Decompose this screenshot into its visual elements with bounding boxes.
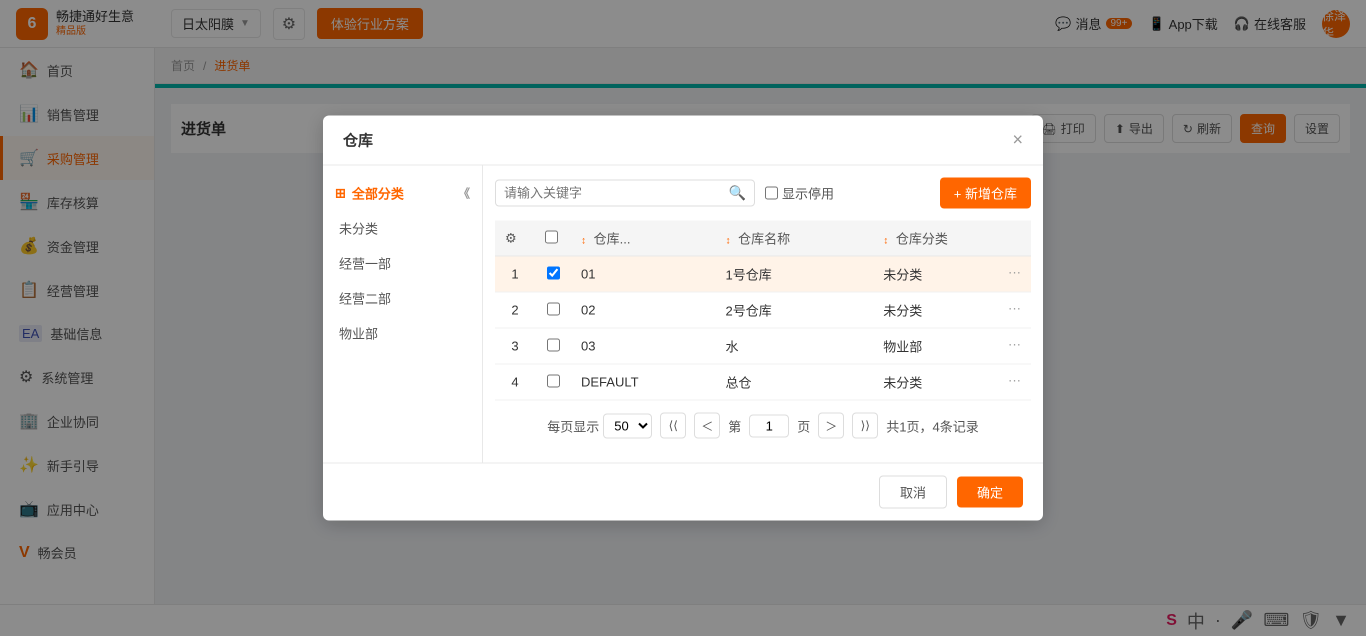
row-checkbox-cell[interactable] — [535, 292, 571, 328]
row-code: DEFAULT — [571, 364, 716, 400]
row-checkbox-cell[interactable] — [535, 256, 571, 292]
row-name: 2号仓库 — [716, 292, 874, 328]
more-button[interactable]: ··· — [1008, 265, 1021, 280]
next-page-button[interactable]: ＞ — [818, 413, 844, 439]
th-settings: ⚙ — [495, 221, 535, 257]
dialog-close-button[interactable]: × — [1012, 130, 1023, 151]
table-row[interactable]: 4 DEFAULT 总仓 未分类··· — [495, 364, 1031, 400]
table-toolbar: 🔍 显示停用 + 新增仓库 — [495, 178, 1031, 209]
row-checkbox[interactable] — [547, 302, 560, 315]
row-checkbox-cell[interactable] — [535, 328, 571, 364]
last-page-button[interactable]: ⟩⟩ — [852, 413, 878, 439]
th-checkbox — [535, 221, 571, 257]
page-size-selector: 每页显示 50 — [547, 413, 652, 438]
gear-th-icon: ⚙ — [505, 230, 517, 245]
disabled-checkbox[interactable] — [765, 187, 778, 200]
search-icon: 🔍 — [729, 185, 746, 202]
category-unclassified[interactable]: 未分类 — [323, 211, 482, 246]
search-input[interactable] — [504, 186, 729, 201]
table-header-row: ⚙ ↕ 仓库... ↕ 仓库名称 — [495, 221, 1031, 257]
all-categories-item[interactable]: ⊞ 全部分类 《 — [323, 176, 482, 211]
collapse-icon[interactable]: 《 — [458, 185, 470, 202]
row-category: 未分类··· — [873, 256, 1031, 292]
first-page-button[interactable]: ⟨⟨ — [660, 413, 686, 439]
row-num: 3 — [495, 328, 535, 364]
dialog-footer: 取消 确定 — [323, 463, 1043, 521]
row-category: 物业部··· — [873, 328, 1031, 364]
row-num: 4 — [495, 364, 535, 400]
more-button[interactable]: ··· — [1008, 301, 1021, 316]
th-code: ↕ 仓库... — [571, 221, 716, 257]
row-checkbox[interactable] — [547, 374, 560, 387]
prev-page-button[interactable]: ＜ — [694, 413, 720, 439]
table-body: 1 01 1号仓库 未分类··· 2 02 2号仓库 未分类··· 3 03 水… — [495, 256, 1031, 400]
row-num: 1 — [495, 256, 535, 292]
row-category: 未分类··· — [873, 292, 1031, 328]
row-code: 02 — [571, 292, 716, 328]
row-name: 总仓 — [716, 364, 874, 400]
row-checkbox[interactable] — [547, 338, 560, 351]
dialog-body: ⊞ 全部分类 《 未分类 经营一部 经营二部 物业部 🔍 显示停用 — [323, 166, 1043, 463]
row-name: 水 — [716, 328, 874, 364]
per-page-select[interactable]: 50 — [603, 413, 652, 438]
new-warehouse-button[interactable]: + 新增仓库 — [940, 178, 1031, 209]
search-box: 🔍 — [495, 180, 755, 207]
th-name: ↕ 仓库名称 — [716, 221, 874, 257]
table-row[interactable]: 1 01 1号仓库 未分类··· — [495, 256, 1031, 292]
row-num: 2 — [495, 292, 535, 328]
page-number-input[interactable] — [749, 414, 789, 437]
row-code: 03 — [571, 328, 716, 364]
category-panel: ⊞ 全部分类 《 未分类 经营一部 经营二部 物业部 — [323, 166, 483, 463]
show-disabled-checkbox[interactable]: 显示停用 — [765, 184, 834, 203]
warehouse-table: ⚙ ↕ 仓库... ↕ 仓库名称 — [495, 221, 1031, 401]
more-button[interactable]: ··· — [1008, 337, 1021, 352]
category-ops2[interactable]: 经营二部 — [323, 281, 482, 316]
dialog-header: 仓库 × — [323, 116, 1043, 166]
row-name: 1号仓库 — [716, 256, 874, 292]
dialog-title: 仓库 — [343, 130, 373, 151]
th-category: ↕ 仓库分类 — [873, 221, 1031, 257]
category-ops1[interactable]: 经营一部 — [323, 246, 482, 281]
row-category: 未分类··· — [873, 364, 1031, 400]
row-checkbox[interactable] — [547, 266, 560, 279]
table-header: ⚙ ↕ 仓库... ↕ 仓库名称 — [495, 221, 1031, 257]
more-button[interactable]: ··· — [1008, 373, 1021, 388]
row-code: 01 — [571, 256, 716, 292]
category-property[interactable]: 物业部 — [323, 316, 482, 351]
select-all-checkbox[interactable] — [545, 230, 558, 243]
pagination: 每页显示 50 ⟨⟨ ＜ 第 页 ＞ ⟩⟩ 共1页，4条记录 — [495, 401, 1031, 451]
table-panel: 🔍 显示停用 + 新增仓库 ⚙ — [483, 166, 1043, 463]
cancel-button[interactable]: 取消 — [879, 476, 947, 509]
table-row[interactable]: 3 03 水 物业部··· — [495, 328, 1031, 364]
warehouse-dialog: 仓库 × ⊞ 全部分类 《 未分类 经营一部 经营二部 物业部 🔍 — [323, 116, 1043, 521]
grid-icon: ⊞ — [335, 185, 346, 201]
table-row[interactable]: 2 02 2号仓库 未分类··· — [495, 292, 1031, 328]
confirm-button[interactable]: 确定 — [957, 477, 1023, 508]
row-checkbox-cell[interactable] — [535, 364, 571, 400]
